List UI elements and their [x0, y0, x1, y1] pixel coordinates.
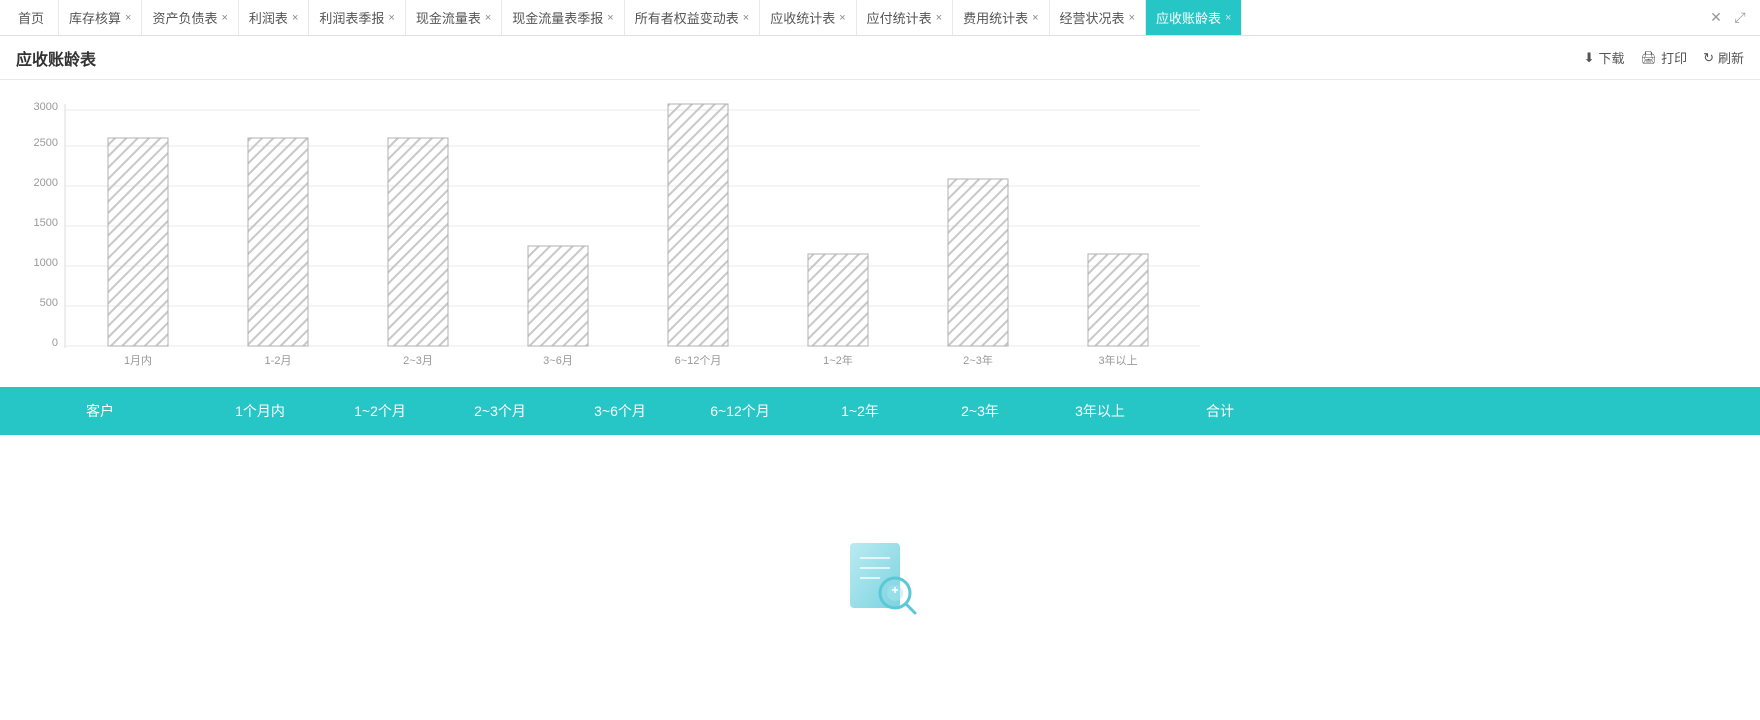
- bar-2-3-year: [948, 179, 1008, 346]
- bar-1-month: [108, 138, 168, 346]
- main-content: 0 500 1000 1500 2000 2500 3000 1月内 1-2月: [0, 80, 1760, 720]
- tab-expense-stat-close[interactable]: ×: [1032, 12, 1038, 24]
- print-button[interactable]: 🖨 打印: [1641, 48, 1688, 67]
- tab-balance-close[interactable]: ×: [221, 12, 227, 24]
- svg-text:0: 0: [52, 337, 58, 349]
- table-header: 客户 1个月内 1~2个月 2~3个月 3~6个月 6~12个月 1~2年 2~…: [0, 387, 1760, 435]
- col-1-2month: 1~2个月: [320, 401, 440, 421]
- col-customer: 客户: [0, 401, 200, 421]
- tab-ar-stat-close[interactable]: ×: [839, 12, 845, 24]
- tab-cashflow-close[interactable]: ×: [485, 12, 491, 24]
- svg-text:2000: 2000: [34, 177, 58, 189]
- tab-home[interactable]: 首页: [4, 0, 59, 36]
- print-icon: 🖨: [1641, 50, 1658, 66]
- tab-cashflow-quarter-close[interactable]: ×: [607, 12, 613, 24]
- tab-ap-stat-close[interactable]: ×: [936, 12, 942, 24]
- bar-chart: 0 500 1000 1500 2000 2500 3000 1月内 1-2月: [20, 96, 1220, 376]
- tab-cashflow-label: 现金流量表: [416, 8, 481, 27]
- svg-text:500: 500: [40, 297, 58, 309]
- download-icon: ⬇: [1584, 50, 1595, 66]
- download-label: 下载: [1599, 48, 1625, 67]
- page-title: 应收账龄表: [16, 46, 96, 70]
- tab-inventory-close[interactable]: ×: [125, 12, 131, 24]
- tab-equity-label: 所有者权益变动表: [635, 8, 739, 27]
- tab-ar-stat[interactable]: 应收统计表 ×: [760, 0, 856, 36]
- bar-1-2-month: [248, 138, 308, 346]
- bar-2-3-month: [388, 138, 448, 346]
- tab-bar: 首页 库存核算 × 资产负债表 × 利润表 × 利润表季报 × 现金流量表 × …: [0, 0, 1760, 36]
- download-button[interactable]: ⬇ 下载: [1584, 48, 1625, 67]
- tab-inventory-label: 库存核算: [69, 8, 121, 27]
- bar-6-12-month: [668, 104, 728, 346]
- col-2-3year: 2~3年: [920, 401, 1040, 421]
- tab-cashflow[interactable]: 现金流量表 ×: [406, 0, 502, 36]
- col-total: 合计: [1160, 401, 1280, 421]
- tab-cashflow-quarter[interactable]: 现金流量表季报 ×: [502, 0, 624, 36]
- refresh-label: 刷新: [1718, 48, 1744, 67]
- tab-ap-stat[interactable]: 应付统计表 ×: [857, 0, 953, 36]
- tab-ar-aging[interactable]: 应收账龄表 ×: [1146, 0, 1242, 36]
- bar-3-plus-year: [1088, 254, 1148, 346]
- tab-balance[interactable]: 资产负债表 ×: [142, 0, 238, 36]
- tab-profit-label: 利润表: [249, 8, 288, 27]
- svg-text:1月内: 1月内: [124, 353, 152, 367]
- tab-inventory[interactable]: 库存核算 ×: [59, 0, 142, 36]
- table-body: [0, 435, 1760, 720]
- tab-expense-stat-label: 费用统计表: [963, 8, 1028, 27]
- col-1month: 1个月内: [200, 401, 320, 421]
- tab-ap-stat-label: 应付统计表: [867, 8, 932, 27]
- svg-text:1~2年: 1~2年: [823, 353, 853, 367]
- chart-area: 0 500 1000 1500 2000 2500 3000 1月内 1-2月: [0, 80, 1760, 387]
- tab-profit-quarter-label: 利润表季报: [319, 8, 384, 27]
- empty-illustration: [830, 528, 930, 628]
- page-header: 应收账龄表 ⬇ 下载 🖨 打印 ↻ 刷新: [0, 36, 1760, 80]
- tab-cashflow-quarter-label: 现金流量表季报: [512, 8, 603, 27]
- window-maximize-btn[interactable]: ⤢: [1732, 10, 1748, 26]
- tab-operation[interactable]: 经营状况表 ×: [1050, 0, 1146, 36]
- print-label: 打印: [1661, 48, 1687, 67]
- svg-text:2~3月: 2~3月: [403, 355, 433, 367]
- col-3plus-year: 3年以上: [1040, 401, 1160, 421]
- tab-ar-stat-label: 应收统计表: [770, 8, 835, 27]
- tab-expense-stat[interactable]: 费用统计表 ×: [953, 0, 1049, 36]
- tab-operation-label: 经营状况表: [1060, 8, 1125, 27]
- bar-3-6-month: [528, 246, 588, 346]
- svg-text:1500: 1500: [34, 217, 58, 229]
- header-actions: ⬇ 下载 🖨 打印 ↻ 刷新: [1584, 48, 1744, 67]
- svg-text:3000: 3000: [34, 101, 58, 113]
- tab-profit-quarter-close[interactable]: ×: [388, 12, 394, 24]
- tab-equity-close[interactable]: ×: [743, 12, 749, 24]
- svg-text:2~3年: 2~3年: [963, 353, 993, 367]
- tab-balance-label: 资产负债表: [152, 8, 217, 27]
- tab-equity[interactable]: 所有者权益变动表 ×: [625, 0, 760, 36]
- bar-1-2-year: [808, 254, 868, 346]
- tab-profit-close[interactable]: ×: [292, 12, 298, 24]
- col-6-12month: 6~12个月: [680, 401, 800, 421]
- window-close-btn[interactable]: ✕: [1708, 10, 1724, 26]
- svg-text:2500: 2500: [34, 137, 58, 149]
- col-3-6month: 3~6个月: [560, 401, 680, 421]
- col-2-3month: 2~3个月: [440, 401, 560, 421]
- tab-profit[interactable]: 利润表 ×: [239, 0, 309, 36]
- empty-state: [830, 528, 930, 628]
- col-1-2year: 1~2年: [800, 401, 920, 421]
- svg-text:1-2月: 1-2月: [265, 355, 292, 367]
- svg-text:6~12个月: 6~12个月: [675, 354, 722, 367]
- svg-text:1000: 1000: [34, 257, 58, 269]
- svg-text:3~6月: 3~6月: [543, 355, 573, 367]
- tab-ar-aging-close[interactable]: ×: [1225, 12, 1231, 24]
- svg-text:3年以上: 3年以上: [1098, 353, 1137, 367]
- tab-profit-quarter[interactable]: 利润表季报 ×: [309, 0, 405, 36]
- refresh-button[interactable]: ↻ 刷新: [1703, 48, 1744, 67]
- refresh-icon: ↻: [1703, 50, 1714, 66]
- tab-operation-close[interactable]: ×: [1129, 12, 1135, 24]
- window-controls: ✕ ⤢: [1708, 10, 1756, 26]
- tab-ar-aging-label: 应收账龄表: [1156, 8, 1221, 27]
